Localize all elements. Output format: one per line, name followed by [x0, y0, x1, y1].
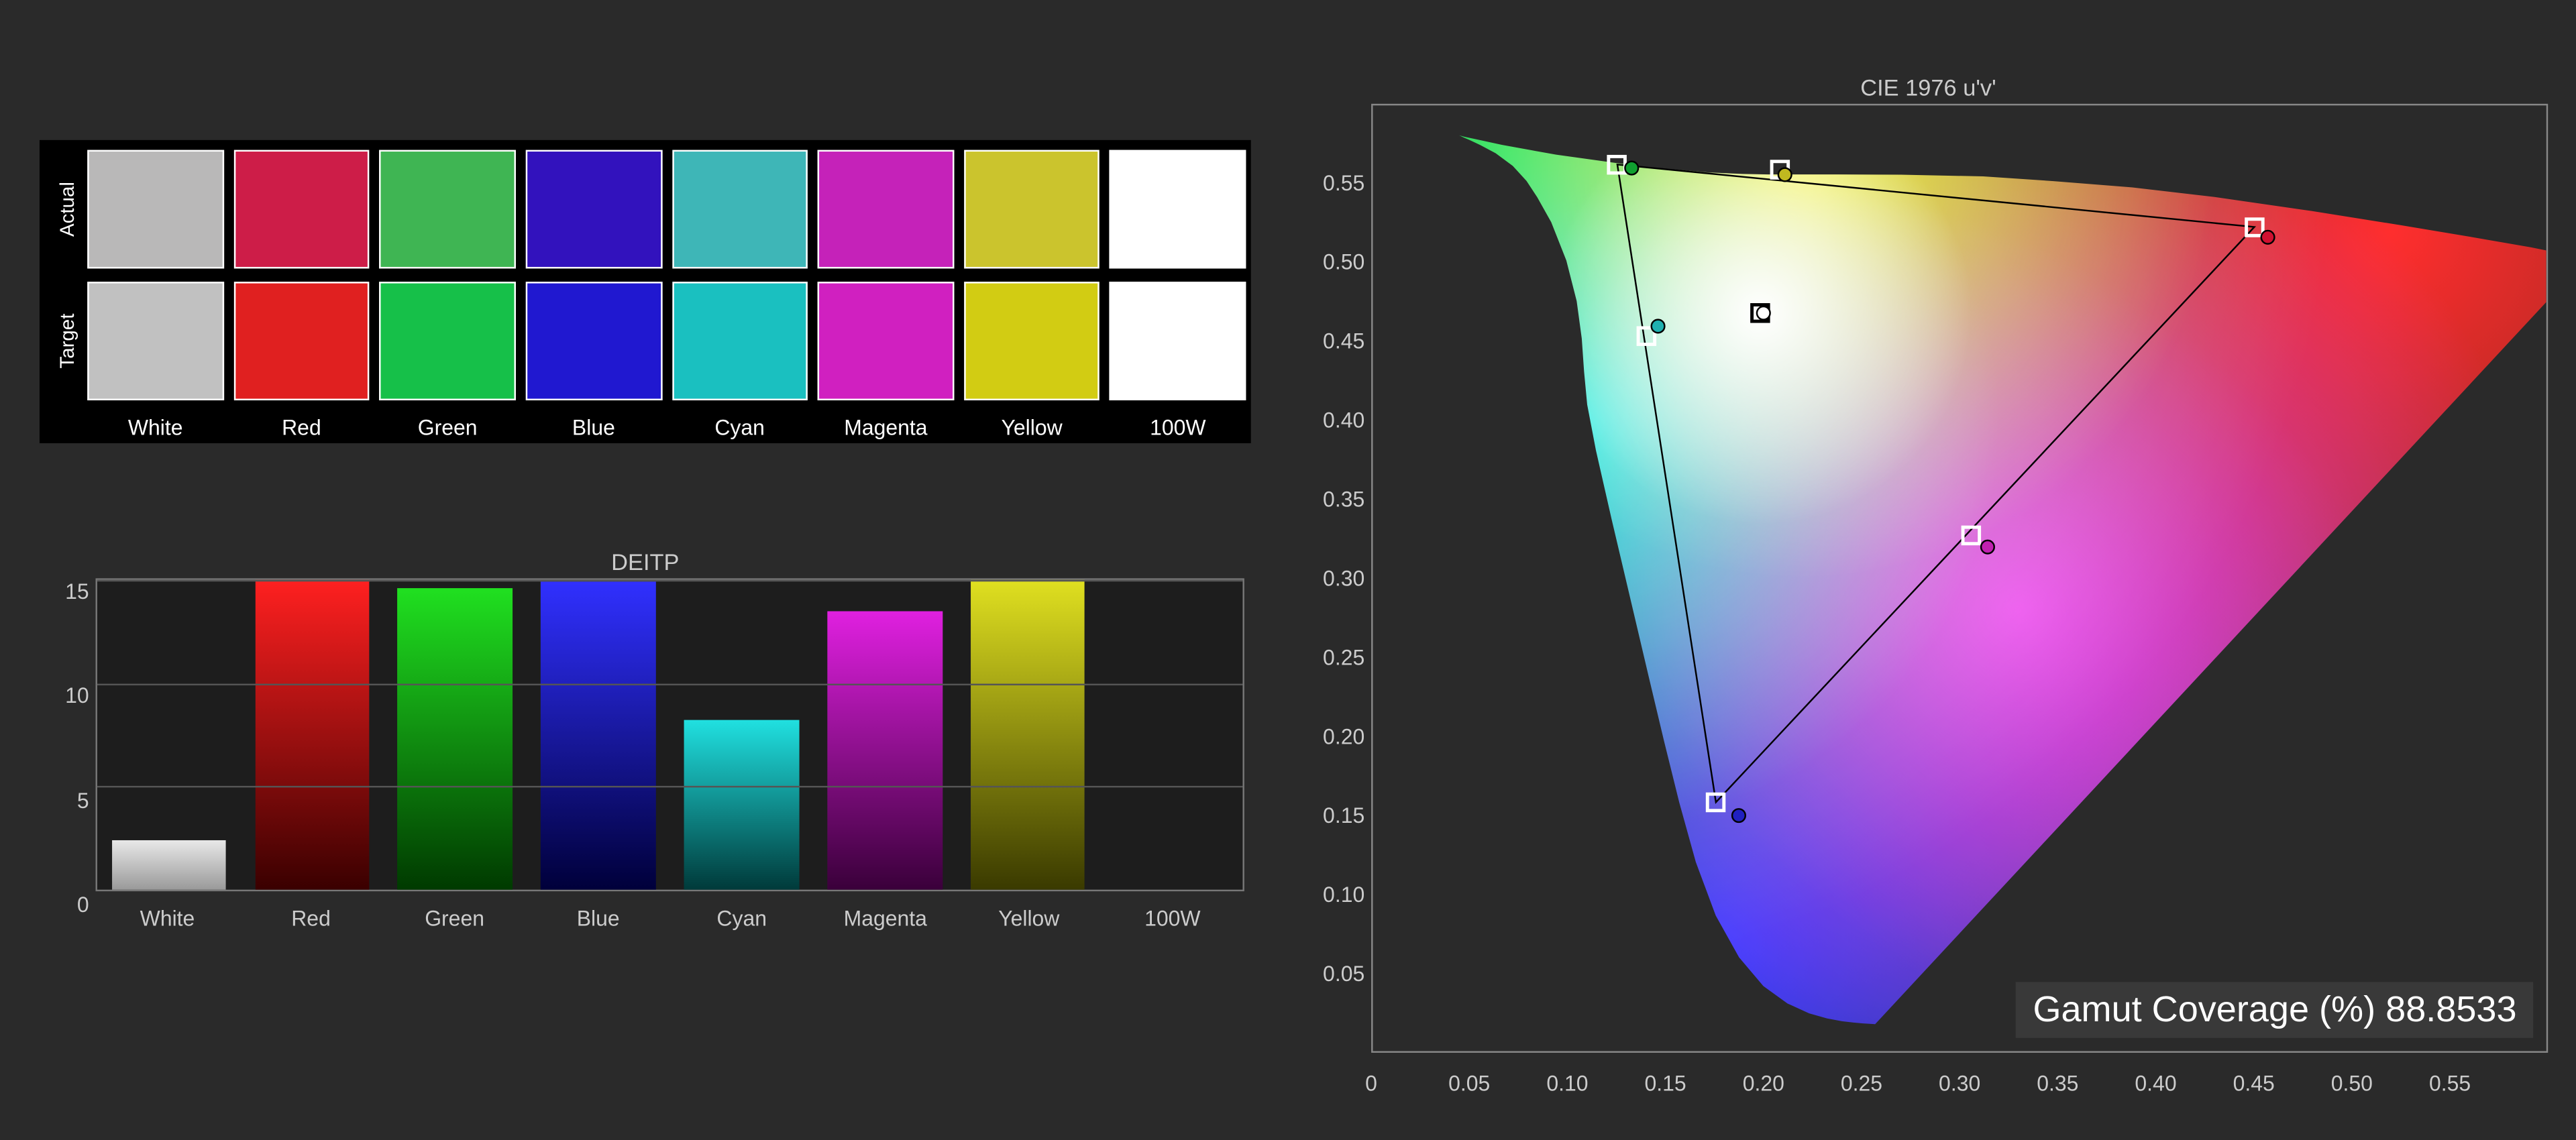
cie-measured-red [2261, 231, 2276, 245]
bar-xlabel: 100W [1101, 906, 1244, 931]
swatch-actual-magenta [818, 150, 954, 269]
swatch-target-cyan [672, 282, 808, 400]
bar-yellow [971, 580, 1085, 890]
swatch-row-actual [83, 150, 1251, 269]
swatch-target-green [380, 282, 516, 400]
cie-xtick: 0.05 [1448, 1071, 1490, 1096]
swatch-actual-blue [525, 150, 661, 269]
cie-ytick: 0.55 [1302, 170, 1371, 195]
cie-xtick: 0.10 [1546, 1071, 1588, 1096]
bar-xlabel: White [95, 906, 239, 931]
cie-ytick: 0.50 [1302, 249, 1371, 274]
cie-ytick: 0.40 [1302, 408, 1371, 433]
bar-green [398, 588, 513, 890]
deitp-bar-chart: DEITP WhiteRedGreenBlueCyanMagentaYellow… [40, 552, 1251, 931]
cie-xtick: 0.30 [1939, 1071, 1980, 1096]
cie-ytick: 0.10 [1302, 882, 1371, 907]
cie-xtick: 0.25 [1841, 1071, 1882, 1096]
cie-plot-area: Gamut Coverage (%) 88.8533 [1371, 104, 2548, 1053]
swatch-target-white [87, 282, 223, 400]
swatch-actual-cyan [672, 150, 808, 269]
swatch-name: 100W [1105, 415, 1251, 440]
swatch-name: Red [229, 415, 375, 440]
cie-measured-yellow [1778, 168, 1793, 182]
cie-xtick: 0.40 [2135, 1071, 2176, 1096]
cie-measured-magenta [1980, 539, 1994, 554]
bar-cyan [684, 720, 799, 889]
cie-ytick: 0.15 [1302, 803, 1371, 828]
cie-target-red [2245, 217, 2264, 237]
bar-xlabel: Magenta [814, 906, 957, 931]
swatch-name: Yellow [959, 415, 1105, 440]
swatch-target-red [233, 282, 370, 400]
cie-xtick: 0.35 [2037, 1071, 2078, 1096]
cie-target-blue [1706, 793, 1725, 812]
cie-ytick: 0.35 [1302, 487, 1371, 512]
bar-xlabel: Green [383, 906, 527, 931]
bar-magenta [827, 611, 942, 890]
cie-diagram: CIE 1976 u'v' Gamut Coverage (%) 88.8533… [1302, 74, 2555, 1096]
swatch-target-100w [1110, 282, 1246, 400]
bar-xlabel: Blue [527, 906, 670, 931]
cie-measured-blue [1731, 807, 1746, 822]
swatch-name: White [83, 415, 229, 440]
row-label-actual: Actual [40, 150, 76, 269]
cie-ytick: 0.05 [1302, 962, 1371, 986]
swatch-row-target [83, 282, 1251, 400]
swatch-actual-100w [1110, 150, 1246, 269]
row-label-target: Target [40, 282, 76, 400]
cie-ytick: 0.25 [1302, 645, 1371, 670]
bar-xlabel: Yellow [957, 906, 1101, 931]
bar-plot-area [95, 578, 1244, 891]
bar-xlabel: Red [239, 906, 383, 931]
swatch-name: Cyan [667, 415, 813, 440]
cie-ytick: 0.20 [1302, 724, 1371, 749]
cie-xtick: 0.15 [1645, 1071, 1686, 1096]
bar-xlabel: Cyan [670, 906, 814, 931]
swatch-actual-yellow [964, 150, 1100, 269]
cie-xtick: 0 [1365, 1071, 1377, 1096]
bar-x-labels: WhiteRedGreenBlueCyanMagentaYellow100W [95, 906, 1244, 931]
cie-ytick: 0.30 [1302, 566, 1371, 591]
bar-white [111, 840, 226, 890]
swatch-actual-red [233, 150, 370, 269]
swatch-name: Green [374, 415, 521, 440]
cie-xtick: 0.20 [1743, 1071, 1784, 1096]
swatch-target-blue [525, 282, 661, 400]
swatch-target-magenta [818, 282, 954, 400]
swatch-actual-white [87, 150, 223, 269]
cie-xtick: 0.50 [2331, 1071, 2373, 1096]
cie-title: CIE 1976 u'v' [1302, 74, 2555, 101]
swatch-names: WhiteRedGreenBlueCyanMagentaYellow100W [83, 415, 1251, 440]
swatch-name: Blue [521, 415, 667, 440]
cie-measured-green [1623, 161, 1638, 176]
bar-red [255, 580, 370, 890]
gamut-coverage-label: Gamut Coverage (%) 88.8533 [2017, 982, 2533, 1038]
cie-ytick: 0.45 [1302, 329, 1371, 353]
cie-measured-white [1757, 306, 1772, 321]
cie-xtick: 0.55 [2429, 1071, 2471, 1096]
bar-blue [541, 582, 656, 890]
cie-xtick: 0.45 [2233, 1071, 2275, 1096]
bar-title: DEITP [40, 549, 1251, 575]
swatch-target-yellow [964, 282, 1100, 400]
cie-measured-cyan [1651, 319, 1666, 333]
swatch-name: Magenta [813, 415, 959, 440]
swatch-actual-green [380, 150, 516, 269]
swatch-table: Actual Target WhiteRedGreenBlueCyanMagen… [40, 140, 1251, 443]
cie-target-magenta [1962, 526, 1981, 545]
